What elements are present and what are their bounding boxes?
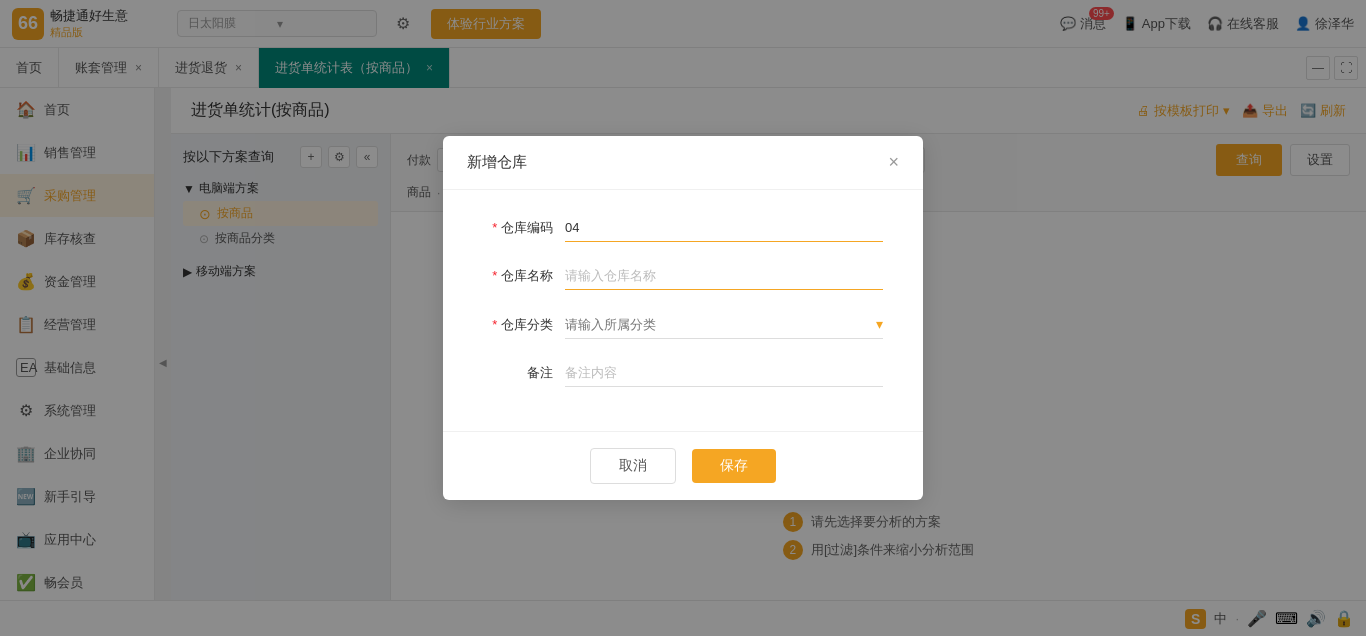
- category-dropdown-icon: ▾: [876, 316, 883, 332]
- modal-close-button[interactable]: ×: [888, 152, 899, 173]
- modal-add-warehouse: 新增仓库 × 仓库编码 仓库名称 仓库分类 ▾: [443, 136, 923, 500]
- code-label: 仓库编码: [483, 219, 553, 237]
- name-label: 仓库名称: [483, 267, 553, 285]
- form-row-name: 仓库名称: [483, 262, 883, 290]
- modal-header: 新增仓库 ×: [443, 136, 923, 190]
- category-label: 仓库分类: [483, 316, 553, 334]
- modal-footer: 取消 保存: [443, 431, 923, 500]
- note-label: 备注: [483, 364, 553, 382]
- form-row-code: 仓库编码: [483, 214, 883, 242]
- save-button[interactable]: 保存: [692, 449, 776, 483]
- cancel-button[interactable]: 取消: [590, 448, 676, 484]
- modal-overlay[interactable]: 新增仓库 × 仓库编码 仓库名称 仓库分类 ▾: [0, 0, 1366, 636]
- form-row-note: 备注: [483, 359, 883, 387]
- warehouse-name-input[interactable]: [565, 262, 883, 290]
- modal-body: 仓库编码 仓库名称 仓库分类 ▾ 备注: [443, 190, 923, 431]
- modal-title: 新增仓库: [467, 153, 527, 172]
- category-select-wrapper[interactable]: ▾: [565, 310, 883, 339]
- warehouse-code-input[interactable]: [565, 214, 883, 242]
- category-select-input[interactable]: [565, 317, 876, 332]
- form-row-category: 仓库分类 ▾: [483, 310, 883, 339]
- warehouse-note-input[interactable]: [565, 359, 883, 387]
